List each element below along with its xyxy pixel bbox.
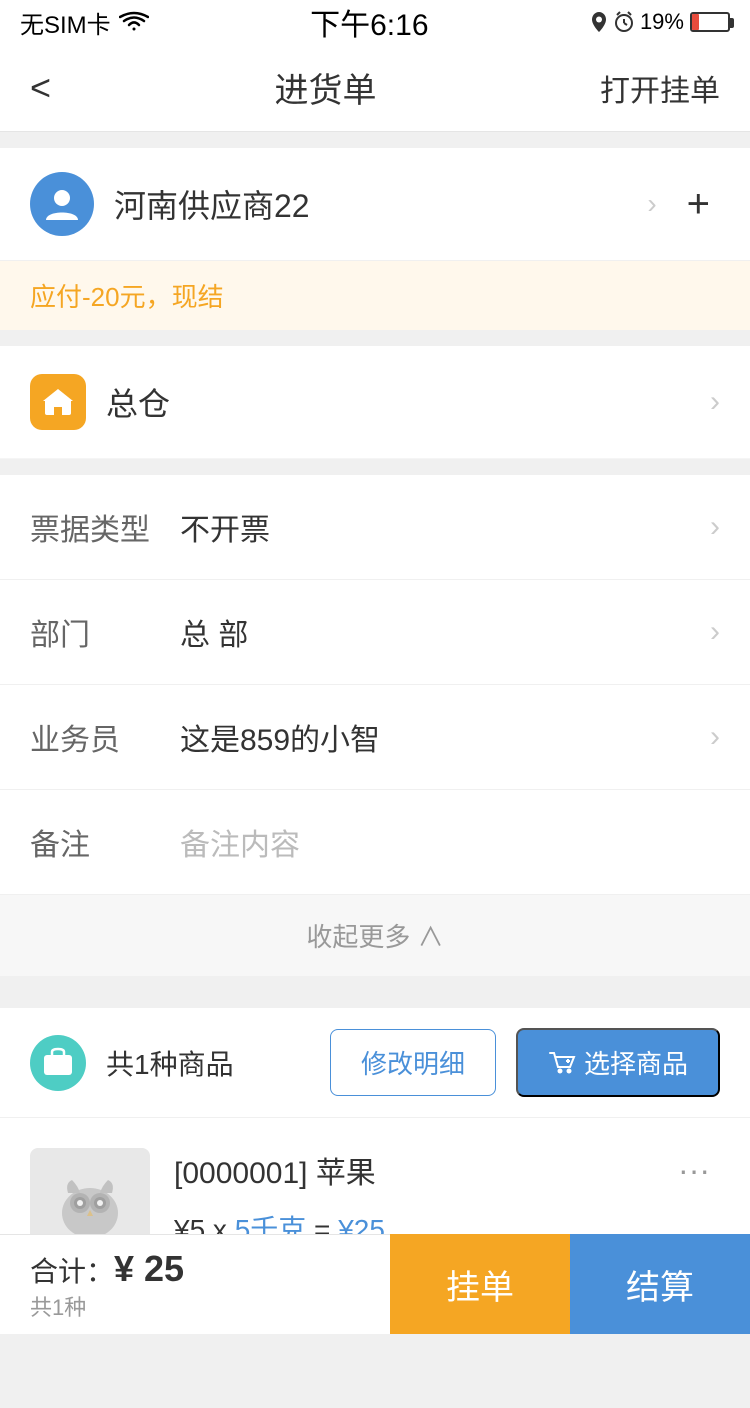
warehouse-chevron-icon: ›	[710, 385, 720, 419]
supplier-name: 河南供应商22	[114, 181, 647, 227]
add-supplier-button[interactable]: +	[677, 182, 720, 227]
status-time: 下午6:16	[310, 0, 428, 44]
salesman-value: 这是859的小智	[170, 715, 710, 759]
supplier-chevron-icon: ›	[647, 188, 656, 220]
carrier-label: 无SIM卡	[20, 5, 111, 40]
select-product-label: 选择商品	[584, 1044, 688, 1081]
bottom-summary: 合计：¥ 25 共1种	[0, 1234, 390, 1334]
page-title: 进货单	[275, 63, 377, 112]
divider-1	[0, 132, 750, 148]
department-label: 部门	[30, 610, 170, 654]
warehouse-name: 总仓	[106, 379, 710, 425]
product-name: [0000001] 苹果	[174, 1148, 668, 1192]
collapse-label: 收起更多 ∧	[306, 917, 443, 954]
status-bar: 无SIM卡 下午6:16 19%	[0, 0, 750, 44]
open-pending-button[interactable]: 打开挂单	[600, 66, 720, 110]
product-title: 苹果	[316, 1157, 376, 1190]
divider-2	[0, 330, 750, 346]
products-icon	[30, 1035, 86, 1091]
collapse-toggle[interactable]: 收起更多 ∧	[0, 895, 750, 976]
supplier-notice: 应付-20元，现结	[0, 261, 750, 330]
edit-detail-button[interactable]: 修改明细	[330, 1029, 496, 1096]
back-button[interactable]: <	[30, 67, 51, 109]
warehouse-row[interactable]: 总仓 ›	[0, 346, 750, 459]
total-label: 合计：	[30, 1256, 114, 1287]
battery-icon	[690, 12, 730, 32]
remark-row[interactable]: 备注 备注内容	[0, 790, 750, 895]
wifi-icon	[119, 11, 149, 33]
salesman-label: 业务员	[30, 715, 170, 759]
total-count: 共1种	[30, 1290, 360, 1322]
status-left: 无SIM卡	[20, 5, 149, 40]
location-icon	[590, 11, 608, 33]
select-product-button[interactable]: 选择商品	[516, 1028, 720, 1097]
divider-3	[0, 459, 750, 475]
main-content: 河南供应商22 › + 应付-20元，现结 总仓 › 票据类型 不开票 › 部门…	[0, 132, 750, 1408]
remark-label: 备注	[30, 820, 170, 864]
total-amount: 合计：¥ 25	[30, 1248, 360, 1290]
products-header: 共1种商品 修改明细 选择商品	[0, 1008, 750, 1117]
supplier-row[interactable]: 河南供应商22 › +	[0, 148, 750, 260]
supplier-avatar	[30, 172, 94, 236]
cart-icon	[548, 1051, 576, 1075]
bottom-bar: 合计：¥ 25 共1种 挂单 结算	[0, 1234, 750, 1334]
salesman-chevron-icon: ›	[710, 720, 720, 754]
products-count: 共1种商品	[106, 1043, 310, 1083]
ticket-type-chevron-icon: ›	[710, 510, 720, 544]
hang-button[interactable]: 挂单	[390, 1234, 570, 1334]
checkout-label: 结算	[626, 1260, 694, 1309]
divider-4	[0, 976, 750, 992]
department-row[interactable]: 部门 总 部 ›	[0, 580, 750, 685]
alarm-icon	[614, 11, 634, 33]
warehouse-icon	[30, 374, 86, 430]
remark-value[interactable]: 备注内容	[170, 820, 720, 864]
department-value: 总 部	[170, 610, 710, 654]
ticket-type-row[interactable]: 票据类型 不开票 ›	[0, 475, 750, 580]
status-right: 19%	[590, 9, 730, 35]
checkout-button[interactable]: 结算	[570, 1234, 750, 1334]
product-code: [0000001]	[174, 1157, 307, 1190]
total-value: ¥ 25	[114, 1248, 184, 1289]
supplier-card: 河南供应商22 › + 应付-20元，现结	[0, 148, 750, 330]
product-info: [0000001] 苹果 ¥5 x 5千克 = ¥25	[174, 1148, 668, 1248]
hang-label: 挂单	[446, 1260, 514, 1309]
ticket-type-value: 不开票	[170, 505, 710, 549]
department-chevron-icon: ›	[710, 615, 720, 649]
product-more-button[interactable]: ···	[668, 1148, 720, 1193]
nav-bar: < 进货单 打开挂单	[0, 44, 750, 132]
battery-label: 19%	[640, 9, 684, 35]
form-card: 票据类型 不开票 › 部门 总 部 › 业务员 这是859的小智 › 备注 备注…	[0, 475, 750, 895]
ticket-type-label: 票据类型	[30, 505, 170, 549]
salesman-row[interactable]: 业务员 这是859的小智 ›	[0, 685, 750, 790]
